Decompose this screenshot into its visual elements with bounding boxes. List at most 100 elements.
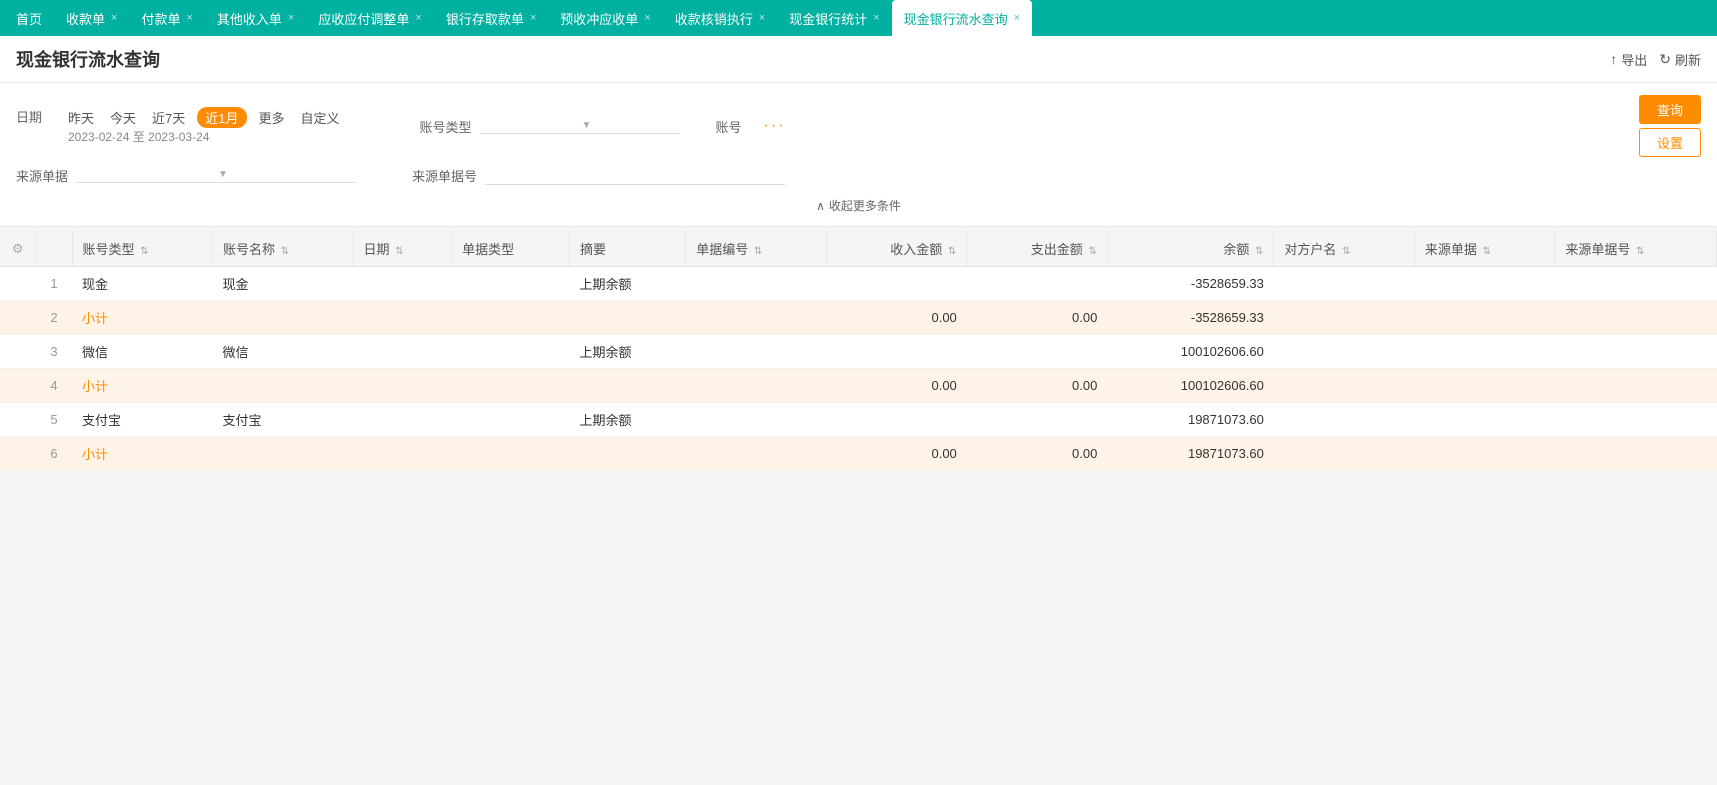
cell-doc-type <box>452 301 570 335</box>
cell-income <box>826 267 967 301</box>
close-icon[interactable]: × <box>111 12 117 24</box>
col-source-doc-no[interactable]: 来源单据号 ⇅ <box>1555 231 1717 267</box>
cell-row-num: 3 <box>36 335 72 369</box>
cell-summary: 上期余额 <box>569 267 685 301</box>
col-doc-no[interactable]: 单据编号 ⇅ <box>686 231 827 267</box>
close-icon[interactable]: × <box>415 12 421 24</box>
sort-icon: ⇅ <box>395 246 403 257</box>
header-actions: ↑ 导出 ↻ 刷新 <box>1610 50 1701 69</box>
sort-icon: ⇅ <box>1255 246 1263 257</box>
col-source-doc[interactable]: 来源单据 ⇅ <box>1414 231 1555 267</box>
source-doc-select[interactable]: ▼ <box>76 167 356 183</box>
source-doc-no-filter-group: 来源单据号 <box>412 165 785 185</box>
chevron-up-icon: ∧ <box>816 199 825 213</box>
cell-account-type: 小计 <box>72 369 213 403</box>
cell-counterparty <box>1274 403 1415 437</box>
query-button[interactable]: 查询 <box>1639 95 1701 124</box>
cell-doc-type <box>452 369 570 403</box>
cell-row-num: 2 <box>36 301 72 335</box>
nav-receipt[interactable]: 收款单 × <box>54 0 129 36</box>
chevron-down-icon: ▼ <box>218 169 350 180</box>
table-row: 5支付宝支付宝上期余额19871073.60 <box>0 403 1717 437</box>
table-row: 3微信微信上期余额100102606.60 <box>0 335 1717 369</box>
cell-balance: 19871073.60 <box>1107 437 1274 471</box>
close-icon[interactable]: × <box>873 12 879 24</box>
collapse-button[interactable]: ∧ 收起更多条件 <box>16 193 1701 218</box>
cell-counterparty <box>1274 335 1415 369</box>
table-row: 2小计0.000.00-3528659.33 <box>0 301 1717 335</box>
account-type-select[interactable]: ▼ <box>480 118 680 134</box>
nav-other-income[interactable]: 其他收入单 × <box>205 0 306 36</box>
nav-payment[interactable]: 付款单 × <box>129 0 204 36</box>
cell-row-num: 4 <box>36 369 72 403</box>
cell-settings <box>0 369 36 403</box>
col-income[interactable]: 收入金额 ⇅ <box>826 231 967 267</box>
col-account-type[interactable]: 账号类型 ⇅ <box>72 231 213 267</box>
right-action-buttons: 查询 设置 <box>1639 95 1701 157</box>
cell-date <box>353 403 452 437</box>
refresh-button[interactable]: ↻ 刷新 <box>1659 50 1701 69</box>
source-doc-no-input[interactable] <box>485 165 785 185</box>
source-doc-label: 来源单据 <box>16 166 68 185</box>
cell-summary: 上期余额 <box>569 335 685 369</box>
filter-row-date: 日期 昨天 今天 近7天 近1月 更多 自定义 2023-02-24 至 202… <box>16 95 1701 157</box>
nav-verify[interactable]: 收款核销执行 × <box>663 0 777 36</box>
cell-settings <box>0 403 36 437</box>
date-today[interactable]: 今天 <box>106 107 140 128</box>
cell-income: 0.00 <box>826 437 967 471</box>
cell-row-num: 5 <box>36 403 72 437</box>
col-balance[interactable]: 余额 ⇅ <box>1107 231 1274 267</box>
cell-counterparty <box>1274 369 1415 403</box>
col-counterparty[interactable]: 对方户名 ⇅ <box>1274 231 1415 267</box>
close-icon[interactable]: × <box>644 12 650 24</box>
cell-doc-type <box>452 267 570 301</box>
nav-bank-deposit[interactable]: 银行存取款单 × <box>434 0 548 36</box>
nav-home[interactable]: 首页 <box>4 0 54 36</box>
cell-settings <box>0 437 36 471</box>
close-icon[interactable]: × <box>759 12 765 24</box>
nav-cashflow[interactable]: 现金银行流水查询 × <box>892 0 1032 36</box>
close-icon[interactable]: × <box>186 12 192 24</box>
cell-summary: 上期余额 <box>569 403 685 437</box>
cell-balance: -3528659.33 <box>1107 301 1274 335</box>
cell-source-doc <box>1414 437 1555 471</box>
sort-icon: ⇅ <box>1088 246 1096 257</box>
cell-source-doc-no <box>1555 267 1717 301</box>
col-account-name[interactable]: 账号名称 ⇅ <box>213 231 354 267</box>
date-range: 2023-02-24 至 2023-03-24 <box>68 128 344 145</box>
close-icon[interactable]: × <box>530 12 536 24</box>
date-yesterday[interactable]: 昨天 <box>64 107 98 128</box>
date-shortcuts: 昨天 今天 近7天 近1月 更多 自定义 <box>64 107 344 128</box>
close-icon[interactable]: × <box>1014 12 1020 24</box>
cell-account-name: 微信 <box>213 335 354 369</box>
sort-icon: ⇅ <box>281 246 289 257</box>
date-7days[interactable]: 近7天 <box>148 107 189 128</box>
col-expense[interactable]: 支出金额 ⇅ <box>967 231 1108 267</box>
export-button[interactable]: ↑ 导出 <box>1610 50 1647 69</box>
close-icon[interactable]: × <box>288 12 294 24</box>
gear-icon[interactable]: ⚙ <box>12 241 24 256</box>
cell-account-name: 现金 <box>213 267 354 301</box>
settings-button[interactable]: 设置 <box>1639 128 1701 157</box>
cell-summary <box>569 437 685 471</box>
cell-income <box>826 403 967 437</box>
date-custom[interactable]: 自定义 <box>297 107 344 128</box>
sort-icon: ⇅ <box>948 246 956 257</box>
nav-stats[interactable]: 现金银行统计 × <box>777 0 891 36</box>
nav-adjustment[interactable]: 应收应付调整单 × <box>306 0 433 36</box>
cell-date <box>353 369 452 403</box>
col-summary: 摘要 <box>569 231 685 267</box>
cell-balance: -3528659.33 <box>1107 267 1274 301</box>
cell-expense: 0.00 <box>967 437 1108 471</box>
date-more[interactable]: 更多 <box>255 107 289 128</box>
cell-expense <box>967 267 1108 301</box>
cell-date <box>353 301 452 335</box>
col-date[interactable]: 日期 ⇅ <box>353 231 452 267</box>
filter-row-source: 来源单据 ▼ 来源单据号 <box>16 165 1701 185</box>
cell-expense <box>967 335 1108 369</box>
nav-prepay[interactable]: 预收冲应收单 × <box>548 0 662 36</box>
cell-doc-no <box>686 335 827 369</box>
date-1month[interactable]: 近1月 <box>197 107 246 128</box>
table-row: 1现金现金上期余额-3528659.33 <box>0 267 1717 301</box>
account-dots-button[interactable]: ··· <box>764 117 786 135</box>
